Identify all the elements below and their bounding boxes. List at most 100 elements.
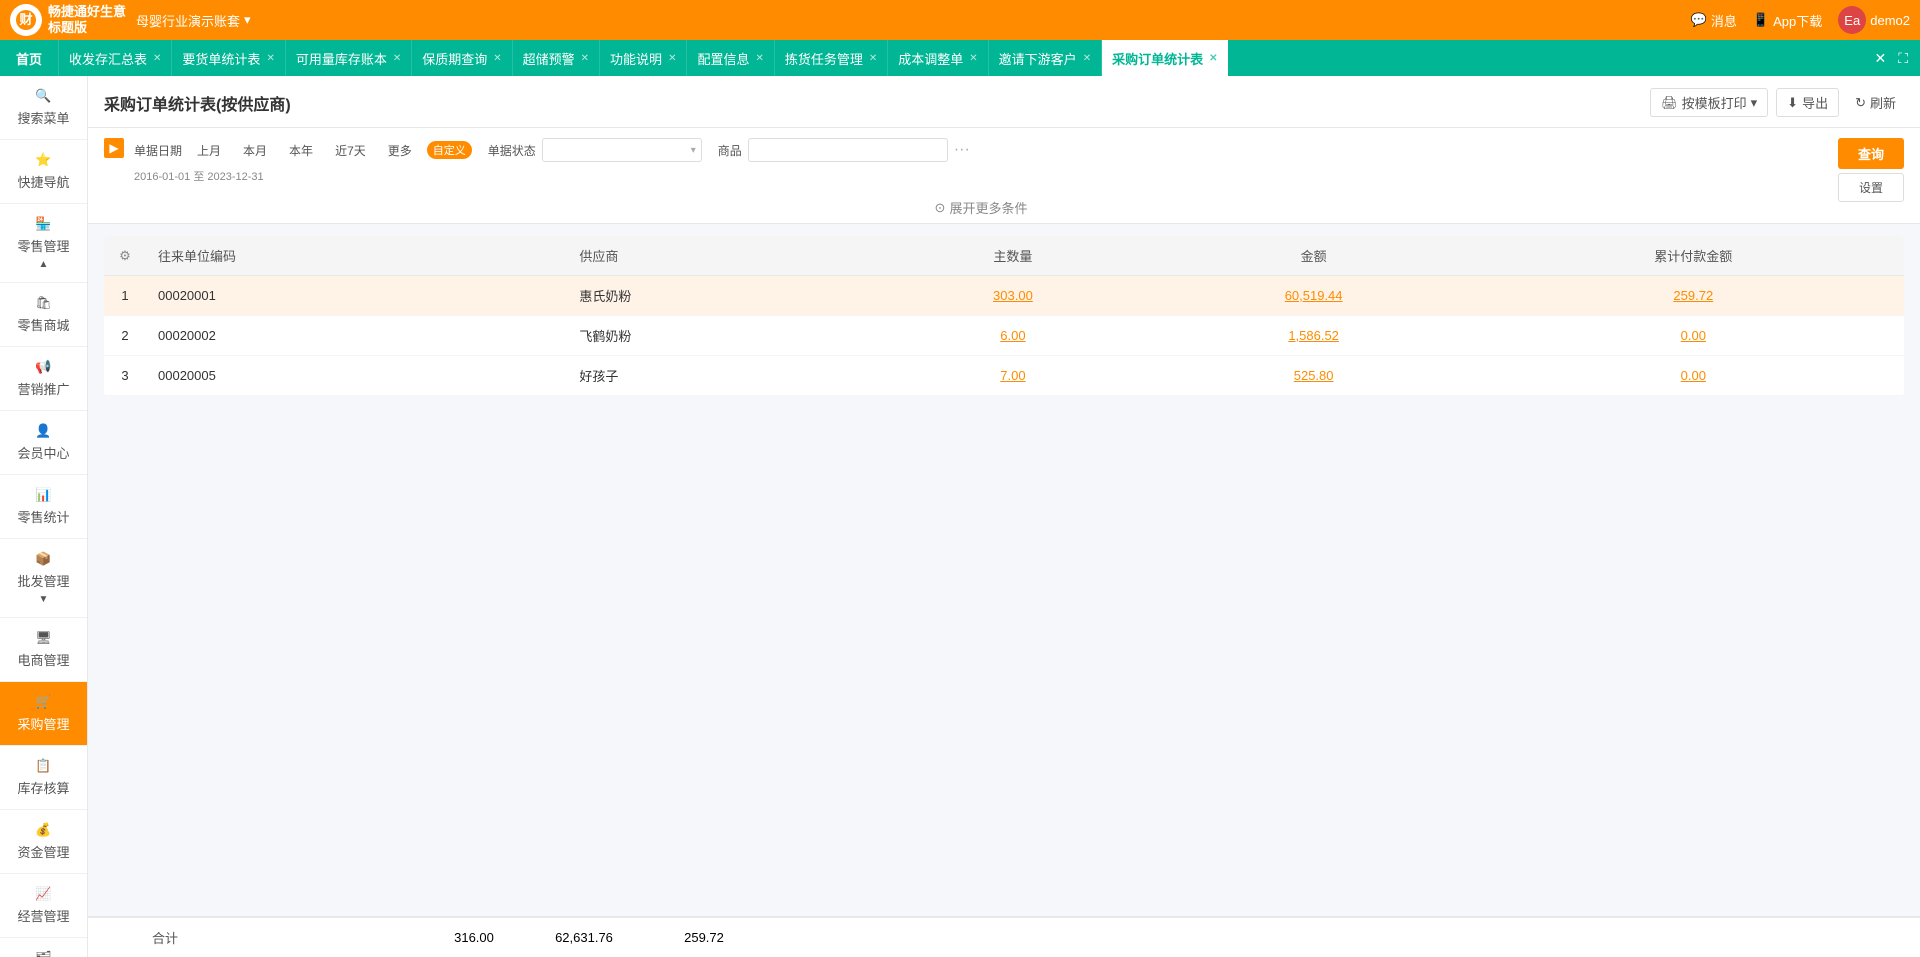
user-avatar-area[interactable]: Ea demo2	[1838, 6, 1910, 34]
goods-input[interactable]	[748, 138, 948, 162]
tab-close-icon[interactable]: ✕	[1209, 53, 1217, 64]
filter-rows: 单据日期 上月 本月 本年 近7天 更多 自定义 单据状态	[134, 138, 1828, 219]
shortcut-7days[interactable]: 近7天	[326, 139, 375, 162]
inventory-icon: 📋	[35, 758, 51, 774]
tab-home[interactable]: 首页	[0, 40, 59, 76]
sidebar-item-base-info[interactable]: 🗂 基础信息	[0, 938, 87, 957]
row-supplier: 惠氏奶粉	[567, 276, 881, 316]
tab-close-icon[interactable]: ✕	[668, 53, 676, 64]
marketing-icon: 📢	[35, 359, 51, 375]
query-button[interactable]: 查询	[1838, 138, 1904, 169]
tab-peizhi[interactable]: 配置信息 ✕	[687, 40, 774, 76]
tab-close-icon[interactable]: ✕	[393, 53, 401, 64]
page-title: 采购订单统计表(按供应商)	[104, 91, 291, 115]
app-download-button[interactable]: 📱 App下载	[1753, 11, 1822, 30]
date-filter-group: 单据日期 上月 本月 本年 近7天 更多 自定义	[134, 139, 472, 162]
breadcrumb-area[interactable]: 母婴行业演示账套 ▾	[136, 11, 251, 30]
expand-row: ⊙ 展开更多条件	[134, 192, 1828, 219]
tab-close-icon[interactable]: ✕	[581, 53, 589, 64]
row-qty[interactable]: 6.00	[881, 316, 1144, 356]
tab-caigou-active[interactable]: 采购订单统计表 ✕	[1102, 40, 1228, 76]
status-select[interactable]	[542, 138, 702, 162]
nav-tabs: 首页 收发存汇总表 ✕ 要货单统计表 ✕ 可用量库存账本 ✕ 保质期查询 ✕ 超…	[0, 40, 1920, 76]
message-button[interactable]: 💬 消息	[1691, 11, 1737, 30]
tab-close-icon[interactable]: ✕	[266, 53, 274, 64]
refresh-button[interactable]: ↻ 刷新	[1847, 89, 1904, 116]
tab-close-icon[interactable]: ✕	[1083, 53, 1091, 64]
sidebar-item-inventory[interactable]: 📋 库存核算	[0, 746, 87, 810]
row-amount[interactable]: 60,519.44	[1145, 276, 1483, 316]
tab-yaoqing[interactable]: 邀请下游客户 ✕	[989, 40, 1102, 76]
sidebar: 🔍 搜索菜单 ⭐ 快捷导航 🏪 零售管理 ▲ 🛍 零售商城 📢 营销推广 👤 会…	[0, 76, 88, 957]
col-code-header: 往来单位编码	[146, 236, 567, 276]
status-select-wrap: ▾	[542, 138, 702, 162]
filter-section: ▶ 单据日期 上月 本月 本年 近7天 更多 自定义	[88, 128, 1920, 224]
row-paid[interactable]: 259.72	[1483, 276, 1904, 316]
footer-label: 合计	[144, 928, 264, 947]
print-button[interactable]: 🖨 按模板打印 ▾	[1650, 88, 1768, 117]
sidebar-item-wholesale[interactable]: 📦 批发管理 ▼	[0, 539, 87, 618]
breadcrumb-text: 母婴行业演示账套	[136, 11, 240, 30]
goods-more-icon[interactable]: ···	[954, 141, 970, 159]
row-index: 3	[104, 356, 146, 396]
tab-close-icon[interactable]: ✕	[153, 53, 161, 64]
print-dropdown-icon: ▾	[1751, 95, 1758, 111]
logo-icon: 财	[10, 4, 42, 36]
chevron-up-icon: ▲	[39, 259, 49, 270]
sidebar-item-purchase[interactable]: 🛒 采购管理	[0, 682, 87, 746]
status-filter-group: 单据状态 ▾	[488, 138, 702, 162]
shortcut-this-year[interactable]: 本年	[280, 139, 322, 162]
shop-icon: 🛍	[35, 295, 52, 311]
sidebar-item-finance[interactable]: 💰 资金管理	[0, 810, 87, 874]
tab-jianhuo[interactable]: 拣货任务管理 ✕	[775, 40, 888, 76]
sidebar-item-retail-mgmt[interactable]: 🏪 零售管理 ▲	[0, 204, 87, 283]
table-body: 1 00020001 惠氏奶粉 303.00 60,519.44 259.72 …	[104, 276, 1904, 396]
print-icon: 🖨	[1661, 95, 1678, 111]
shortcut-this-month[interactable]: 本月	[234, 139, 276, 162]
sidebar-item-retail-stats[interactable]: 📊 零售统计	[0, 475, 87, 539]
shortcut-more[interactable]: 更多	[379, 139, 421, 162]
goods-filter-group: 商品 ···	[718, 138, 970, 162]
row-qty[interactable]: 303.00	[881, 276, 1144, 316]
row-code: 00020005	[146, 356, 567, 396]
top-bar-left: 财 畅捷通好生意 标题版 母婴行业演示账套 ▾	[10, 4, 251, 36]
row-index: 1	[104, 276, 146, 316]
tab-yaohuo[interactable]: 要货单统计表 ✕	[172, 40, 285, 76]
tab-close-icon[interactable]: ✕	[755, 53, 763, 64]
maximize-button[interactable]: ⛶	[1894, 48, 1912, 69]
filter-settings-button[interactable]: 设置	[1838, 173, 1904, 202]
tab-gongneng[interactable]: 功能说明 ✕	[600, 40, 687, 76]
close-all-tabs-button[interactable]: ✕	[1870, 48, 1890, 69]
tab-chengben[interactable]: 成本调整单 ✕	[888, 40, 988, 76]
sidebar-item-quicknav[interactable]: ⭐ 快捷导航	[0, 140, 87, 204]
sidebar-item-ecommerce[interactable]: 🖥 电商管理	[0, 618, 87, 682]
row-amount[interactable]: 525.80	[1145, 356, 1483, 396]
sidebar-item-marketing[interactable]: 📢 营销推广	[0, 347, 87, 411]
tab-keyongliang[interactable]: 可用量库存账本 ✕	[286, 40, 412, 76]
export-button[interactable]: ⬇ 导出	[1776, 88, 1839, 117]
custom-date-tag[interactable]: 自定义	[427, 141, 472, 159]
row-qty[interactable]: 7.00	[881, 356, 1144, 396]
sidebar-item-search[interactable]: 🔍 搜索菜单	[0, 76, 87, 140]
avatar: Ea	[1838, 6, 1866, 34]
tab-close-icon[interactable]: ✕	[969, 53, 977, 64]
tab-close-icon[interactable]: ✕	[869, 53, 877, 64]
sidebar-item-retail-mall[interactable]: 🛍 零售商城	[0, 283, 87, 347]
message-icon: 💬	[1691, 12, 1707, 28]
row-amount[interactable]: 1,586.52	[1145, 316, 1483, 356]
row-paid[interactable]: 0.00	[1483, 316, 1904, 356]
sidebar-item-management[interactable]: 📈 经营管理	[0, 874, 87, 938]
date-range-row: 2016-01-01 至 2023-12-31	[134, 166, 1828, 184]
sidebar-item-member[interactable]: 👤 会员中心	[0, 411, 87, 475]
tab-baozhi[interactable]: 保质期查询 ✕	[412, 40, 512, 76]
tab-chaochuyujing[interactable]: 超储预警 ✕	[513, 40, 600, 76]
shortcut-last-month[interactable]: 上月	[188, 139, 230, 162]
table-settings-icon[interactable]: ⚙	[116, 247, 134, 265]
stats-icon: 📊	[35, 487, 51, 503]
expand-more-button[interactable]: ⊙ 展开更多条件	[925, 196, 1038, 219]
tab-close-icon[interactable]: ✕	[493, 53, 501, 64]
expand-toggle-button[interactable]: ▶	[104, 138, 124, 158]
date-shortcuts: 上月 本月 本年 近7天 更多	[188, 139, 421, 162]
tab-shoufacun[interactable]: 收发存汇总表 ✕	[59, 40, 172, 76]
row-paid[interactable]: 0.00	[1483, 356, 1904, 396]
